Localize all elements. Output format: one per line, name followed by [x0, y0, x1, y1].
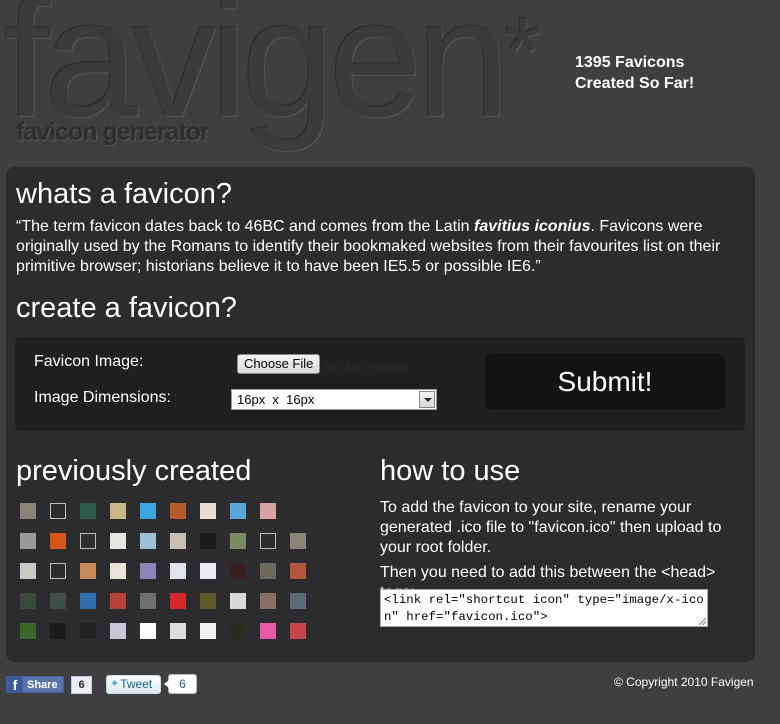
favicon-14-icon[interactable]: [140, 533, 156, 549]
favicon-24-icon[interactable]: [140, 563, 156, 579]
favicon-27-icon[interactable]: [230, 563, 246, 579]
favicon-41-icon[interactable]: [50, 623, 66, 639]
favicon-23-icon[interactable]: [110, 563, 126, 579]
image-dimensions-select[interactable]: 16px x 16px: [231, 389, 437, 410]
about-text: “The term favicon dates back to 46BC and…: [16, 217, 726, 277]
code-snippet-text: <link rel="shortcut icon" type="image/x-…: [384, 593, 704, 624]
favicon-16-icon[interactable]: [200, 533, 216, 549]
logo-asterisk-icon: *: [504, 0, 542, 105]
create-heading: create a favicon?: [16, 292, 237, 324]
main-panel: whats a favicon? “The term favicon dates…: [6, 167, 755, 662]
howto-heading: how to use: [380, 455, 521, 487]
favicon-21-icon[interactable]: [50, 563, 66, 579]
file-status: No file chosen: [325, 360, 408, 375]
counter-line-2: Created So Far!: [575, 75, 695, 92]
favicon-26-icon[interactable]: [200, 563, 216, 579]
favicon-norway-flag-icon[interactable]: [290, 623, 306, 639]
favicon-fire-icon[interactable]: [50, 533, 66, 549]
favicon-form: Favicon Image: Choose File No file chose…: [15, 337, 745, 431]
choose-file-button[interactable]: Choose File: [237, 354, 321, 374]
about-text-emphasis: favitius iconius: [474, 218, 591, 235]
favicon-basketball-icon[interactable]: [170, 503, 186, 519]
resize-grip-icon[interactable]: [699, 618, 706, 625]
chevron-down-icon[interactable]: [419, 391, 435, 408]
facebook-share-count: 6: [71, 676, 92, 694]
favicon-green-o-icon[interactable]: [230, 623, 246, 639]
favicon-29-icon[interactable]: [290, 563, 306, 579]
favicon-face-icon[interactable]: [260, 503, 276, 519]
favicon-18-icon[interactable]: [260, 533, 276, 549]
favicon-4-icon[interactable]: [110, 503, 126, 519]
favicon-32-icon[interactable]: [80, 593, 96, 609]
howto-text: To add the favicon to your site, rename …: [380, 498, 750, 603]
favicon-13-icon[interactable]: [110, 533, 126, 549]
favicon-wsp-icon[interactable]: [230, 593, 246, 609]
favicon-twitter-bird-icon[interactable]: [140, 503, 156, 519]
twitter-bird-icon: ✦: [110, 678, 120, 690]
image-dimensions-label: Image Dimensions:: [34, 389, 171, 406]
favicon-apple-icon[interactable]: [140, 623, 156, 639]
favicon-39-icon[interactable]: [290, 593, 306, 609]
favicon-counter: 1395 Favicons Created So Far!: [575, 52, 694, 94]
favicon-31-icon[interactable]: [50, 593, 66, 609]
favicon-12-icon[interactable]: [80, 533, 96, 549]
facebook-share-label: Share: [27, 678, 58, 691]
favicon-40-icon[interactable]: [20, 623, 36, 639]
favicon-p-icon[interactable]: [20, 533, 36, 549]
favicon-image-label: Favicon Image:: [34, 353, 144, 370]
about-text-start: “The term favicon dates back to 46BC and…: [16, 218, 474, 235]
favicon-blue-f-icon[interactable]: [230, 503, 246, 519]
favicon-grid: [20, 503, 320, 639]
howto-paragraph-1: To add the favicon to your site, rename …: [380, 499, 722, 556]
favicon-scales-icon[interactable]: [200, 623, 216, 639]
favicon-28-icon[interactable]: [260, 563, 276, 579]
copyright: © Copyright 2010 Favigen: [614, 675, 754, 689]
favicon-25-icon[interactable]: [170, 563, 186, 579]
favicon-pink-icon[interactable]: [260, 623, 276, 639]
submit-button[interactable]: Submit!: [485, 354, 725, 409]
image-dimensions-value: 16px x 16px: [237, 392, 315, 407]
counter-line-1: 1395 Favicons: [575, 54, 685, 71]
code-snippet-textarea[interactable]: <link rel="shortcut icon" type="image/x-…: [380, 589, 708, 627]
favicon-1-icon[interactable]: [20, 503, 36, 519]
favicon-36-icon[interactable]: [200, 593, 216, 609]
tweet-button[interactable]: ✦ Tweet: [106, 675, 161, 694]
facebook-icon: f: [7, 677, 23, 693]
favicon-38-icon[interactable]: [260, 593, 276, 609]
favicon-3-icon[interactable]: [80, 503, 96, 519]
favicon-22-icon[interactable]: [80, 563, 96, 579]
favicon-15-icon[interactable]: [170, 533, 186, 549]
favicon-17-icon[interactable]: [230, 533, 246, 549]
logo-subtitle: favicon generator: [16, 118, 210, 146]
previous-heading: previously created: [16, 455, 252, 487]
favicon-43-icon[interactable]: [110, 623, 126, 639]
tweet-label: Tweet: [120, 677, 153, 691]
facebook-share-button[interactable]: f Share: [6, 676, 64, 693]
favicon-33-icon[interactable]: [110, 593, 126, 609]
favicon-20-icon[interactable]: [20, 563, 36, 579]
favicon-19-icon[interactable]: [290, 533, 306, 549]
favicon-34-icon[interactable]: [140, 593, 156, 609]
favicon-alien-icon[interactable]: [80, 623, 96, 639]
favicon-portrait-icon[interactable]: [200, 503, 216, 519]
favicon-2-icon[interactable]: [50, 503, 66, 519]
favicon-35-icon[interactable]: [170, 593, 186, 609]
tweet-count: 6: [164, 674, 197, 694]
favicon-30-icon[interactable]: [20, 593, 36, 609]
favicon-house-icon[interactable]: [170, 623, 186, 639]
favicon-black-box-icon[interactable]: [290, 503, 306, 519]
about-heading: whats a favicon?: [16, 178, 233, 210]
